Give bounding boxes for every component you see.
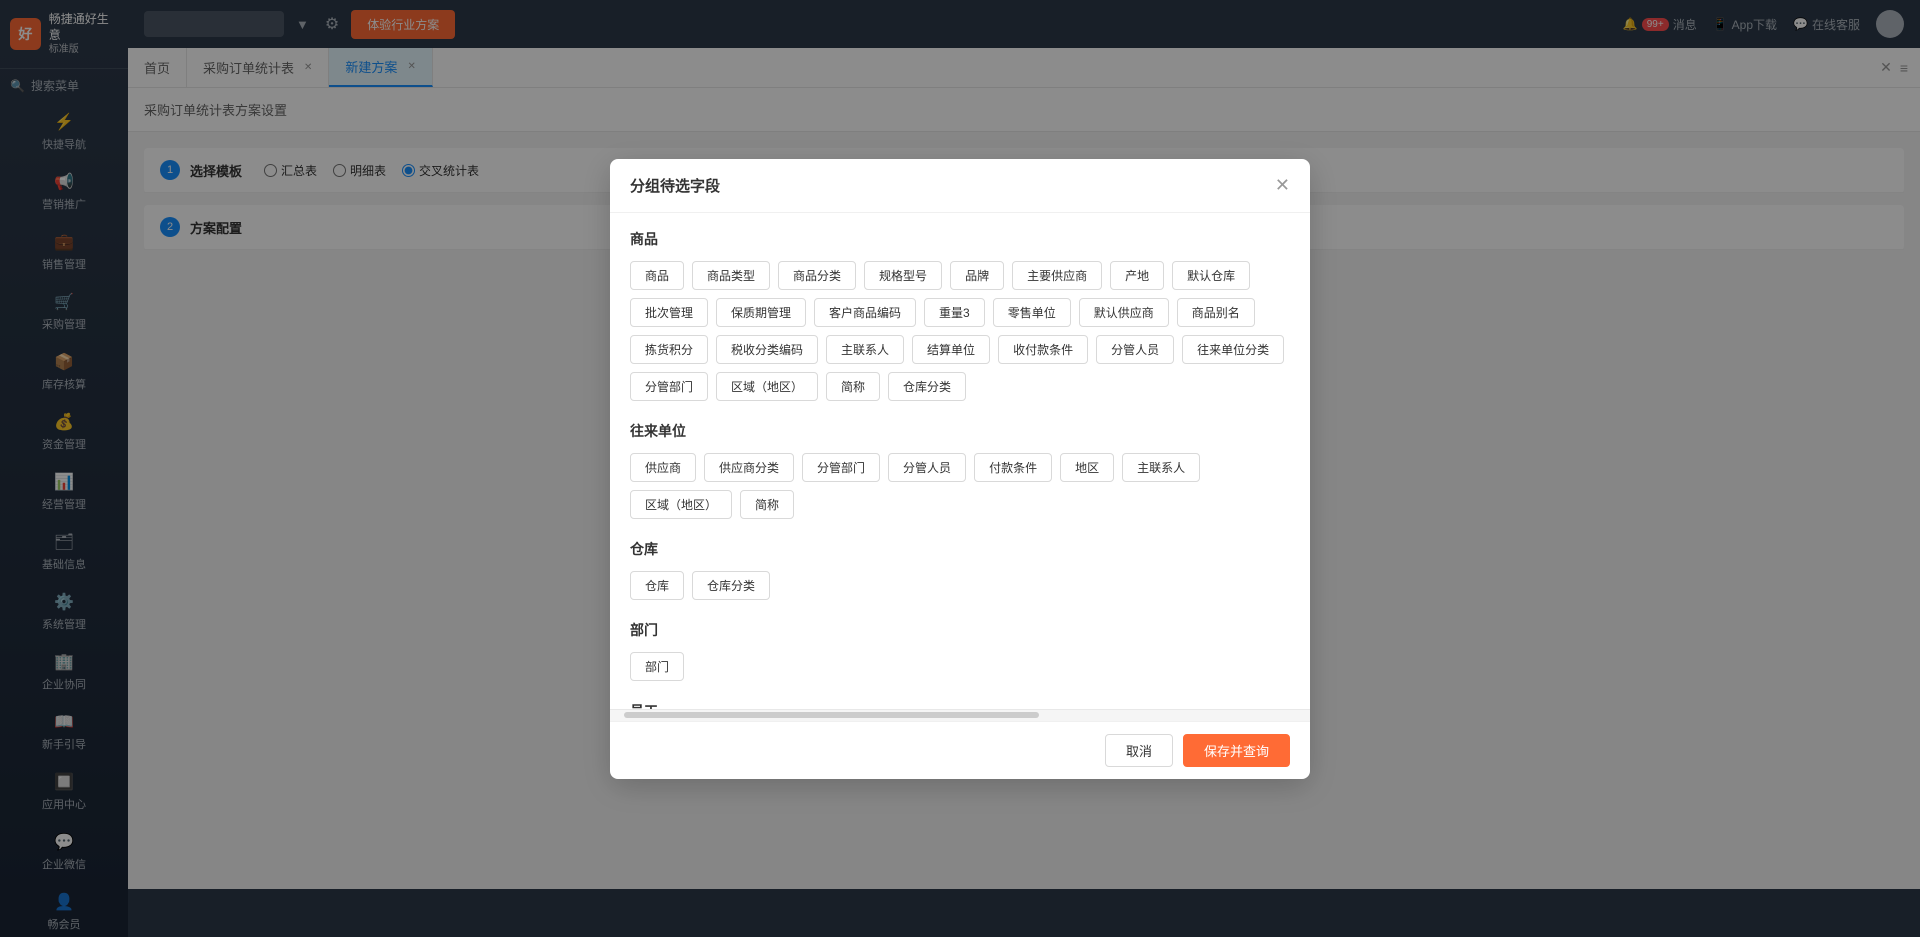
field-section-title-warehouse: 仓库 [630,539,1290,559]
field-tag-default-supplier[interactable]: 默认供应商 [1079,298,1169,327]
field-tag-payment-terms[interactable]: 收付款条件 [998,335,1088,364]
modal-hscroll[interactable] [610,709,1310,721]
field-tag-area2[interactable]: 区域（地区） [630,490,732,519]
field-tag-abbr2[interactable]: 简称 [740,490,794,519]
field-tag-brand[interactable]: 品牌 [950,261,1004,290]
field-tags-warehouse: 仓库仓库分类 [630,571,1290,600]
field-tag-weight3[interactable]: 重量3 [924,298,985,327]
field-tag-from-unit-cat[interactable]: 往来单位分类 [1182,335,1284,364]
field-tag-default-wh[interactable]: 默认仓库 [1172,261,1250,290]
modal-close-icon[interactable]: ✕ [1275,175,1290,196]
field-tag-retail-unit[interactable]: 零售单位 [993,298,1071,327]
field-tag-area[interactable]: 区域（地区） [716,372,818,401]
field-tag-supplier[interactable]: 供应商 [630,453,696,482]
field-tag-pay-terms[interactable]: 付款条件 [974,453,1052,482]
field-section-title-partner: 往来单位 [630,421,1290,441]
field-tag-mgmt-dept[interactable]: 分管部门 [802,453,880,482]
field-tag-quality-mgmt[interactable]: 保质期管理 [716,298,806,327]
field-tag-goods-cat[interactable]: 商品分类 [778,261,856,290]
field-tag-dept[interactable]: 分管部门 [630,372,708,401]
field-tag-supplier-cat[interactable]: 供应商分类 [704,453,794,482]
field-tag-region[interactable]: 地区 [1060,453,1114,482]
field-tag-manager[interactable]: 分管人员 [1096,335,1174,364]
field-section-title-dept-section: 部门 [630,620,1290,640]
modal-title: 分组待选字段 [630,175,720,196]
field-tags-partner: 供应商供应商分类分管部门分管人员付款条件地区主联系人区域（地区） 简称 [630,453,1290,519]
field-section-staff: 员工业务员 [630,701,1290,709]
field-tags-dept-section: 部门 [630,652,1290,681]
field-section-dept-section: 部门部门 [630,620,1290,681]
field-tag-abbr[interactable]: 简称 [826,372,880,401]
field-tag-pick-points[interactable]: 拣货积分 [630,335,708,364]
modal-header: 分组待选字段 ✕ [610,159,1310,213]
field-tag-tax-code[interactable]: 税收分类编码 [716,335,818,364]
field-tag-department[interactable]: 部门 [630,652,684,681]
field-section-title-staff: 员工 [630,701,1290,709]
field-tag-main-contact[interactable]: 主联系人 [826,335,904,364]
field-tag-wh-category[interactable]: 仓库分类 [692,571,770,600]
confirm-button[interactable]: 保存并查询 [1183,734,1290,767]
modal-footer: 取消 保存并查询 [610,721,1310,779]
field-section-title-goods: 商品 [630,229,1290,249]
field-tag-main-contact2[interactable]: 主联系人 [1122,453,1200,482]
modal-body[interactable]: 商品商品商品类型商品分类规格型号品牌主要供应商产地默认仓库批次管理保质期管理客户… [610,213,1310,709]
field-tag-wh-cat[interactable]: 仓库分类 [888,372,966,401]
field-tag-goods[interactable]: 商品 [630,261,684,290]
field-section-partner: 往来单位供应商供应商分类分管部门分管人员付款条件地区主联系人区域（地区） 简称 [630,421,1290,519]
field-tag-goods-alias[interactable]: 商品别名 [1177,298,1255,327]
field-select-modal: 分组待选字段 ✕ 商品商品商品类型商品分类规格型号品牌主要供应商产地默认仓库批次… [610,159,1310,779]
field-tag-origin[interactable]: 产地 [1110,261,1164,290]
field-tag-spec-type[interactable]: 规格型号 [864,261,942,290]
field-section-warehouse: 仓库仓库仓库分类 [630,539,1290,600]
field-tag-settle-unit[interactable]: 结算单位 [912,335,990,364]
field-tag-batch-mgmt[interactable]: 批次管理 [630,298,708,327]
field-tags-goods: 商品商品类型商品分类规格型号品牌主要供应商产地默认仓库批次管理保质期管理客户商品… [630,261,1290,401]
field-tag-main-supplier[interactable]: 主要供应商 [1012,261,1102,290]
field-tag-wh[interactable]: 仓库 [630,571,684,600]
field-tag-mgmt-staff[interactable]: 分管人员 [888,453,966,482]
cancel-button[interactable]: 取消 [1105,734,1173,767]
field-section-goods: 商品商品商品类型商品分类规格型号品牌主要供应商产地默认仓库批次管理保质期管理客户… [630,229,1290,401]
field-tag-customer-code[interactable]: 客户商品编码 [814,298,916,327]
field-tag-goods-type[interactable]: 商品类型 [692,261,770,290]
